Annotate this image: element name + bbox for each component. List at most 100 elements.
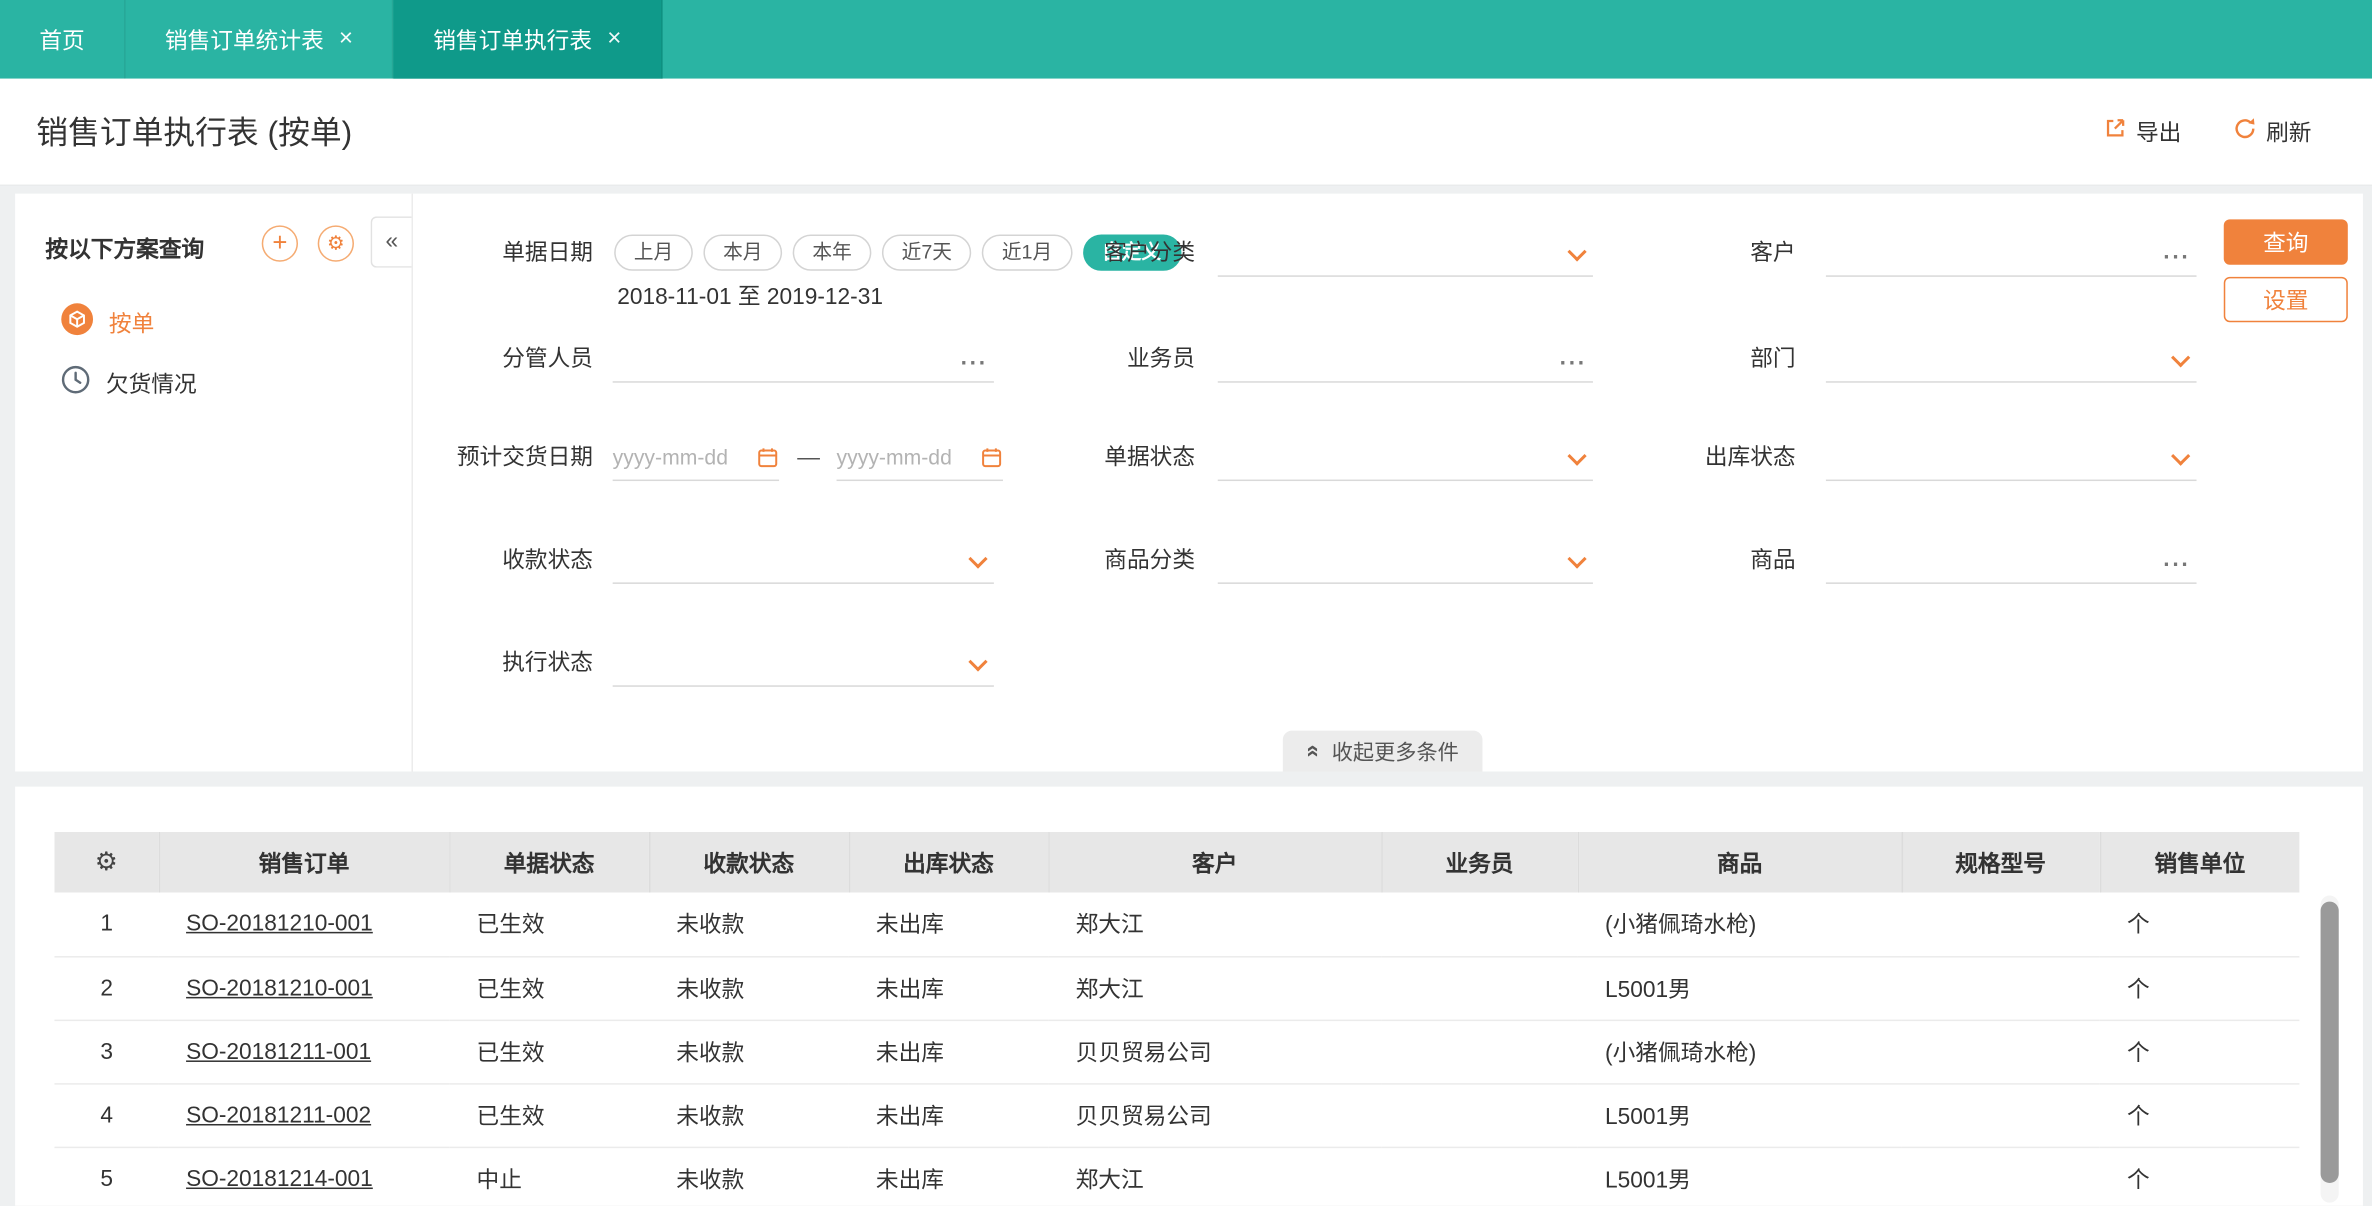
cell-order: SO-20181210-001 [158, 956, 450, 1021]
preset-this-year[interactable]: 本年 [792, 234, 872, 271]
cell-doc-status: 已生效 [449, 1083, 649, 1148]
cell-spec [1901, 1146, 2100, 1206]
outbound-status-select[interactable] [1825, 436, 2197, 482]
query-button[interactable]: 查询 [2223, 219, 2348, 265]
tab-sales-order-execution[interactable]: 销售订单执行表 × [393, 0, 663, 79]
cell-spec [1901, 1019, 2100, 1084]
row-index: 3 [54, 1019, 159, 1084]
title-actions: 导出 刷新 [2103, 116, 2311, 148]
scrollbar-thumb[interactable] [2320, 901, 2339, 1183]
app-window: 首页 销售订单统计表 × 销售订单执行表 × 销售订单执行表 (按单) 导出 刷… [0, 0, 2372, 1206]
collapse-conditions-button[interactable]: « 收起更多条件 [1282, 730, 1484, 772]
ellipsis-icon: ··· [2163, 552, 2191, 578]
export-button[interactable]: 导出 [2103, 116, 2181, 148]
date-range-value: 2018-11-01 至 2019-12-31 [617, 284, 883, 311]
cell-product: L5001男 [1577, 956, 1902, 1021]
calendar-icon[interactable] [756, 446, 779, 476]
cell-salesperson [1381, 1019, 1578, 1084]
order-link[interactable]: SO-20181210-001 [186, 911, 373, 937]
ellipsis-icon: ··· [2163, 245, 2191, 271]
close-icon[interactable]: × [339, 26, 353, 51]
cell-unit: 个 [2099, 892, 2300, 957]
col-salesperson: 业务员 [1381, 832, 1579, 893]
vertical-scrollbar[interactable] [2320, 895, 2339, 1203]
tab-home[interactable]: 首页 [0, 0, 126, 79]
table-row: 2 SO-20181210-001 已生效 未收款 未出库 郑大江 L5001男… [54, 956, 2300, 1021]
export-icon [2103, 116, 2127, 146]
doc-date-label: 单据日期 [502, 240, 594, 267]
cell-spec [1901, 1083, 2100, 1148]
cell-product: L5001男 [1577, 1083, 1902, 1148]
tab-label: 销售订单执行表 [433, 27, 593, 54]
col-customer: 客户 [1048, 832, 1382, 893]
execution-status-label: 执行状态 [502, 650, 594, 677]
preset-last-month[interactable]: 上月 [614, 234, 693, 271]
cell-outbound-status: 未出库 [848, 1019, 1049, 1084]
sidebar-title: 按以下方案查询 [45, 237, 205, 264]
cell-customer: 郑大江 [1048, 892, 1382, 957]
cell-order: SO-20181211-001 [158, 1019, 450, 1084]
refresh-button[interactable]: 刷新 [2233, 116, 2311, 148]
table-row: 5 SO-20181214-001 中止 未收款 未出库 郑大江 L5001男 … [54, 1146, 2300, 1206]
manager-label: 分管人员 [502, 346, 594, 373]
table-row: 1 SO-20181210-001 已生效 未收款 未出库 郑大江 (小猪佩琦水… [54, 892, 2300, 957]
tab-sales-order-stats[interactable]: 销售订单统计表 × [126, 0, 394, 79]
order-link[interactable]: SO-20181211-002 [186, 1102, 371, 1128]
order-link[interactable]: SO-20181210-001 [186, 975, 373, 1001]
order-link[interactable]: SO-20181214-001 [186, 1166, 373, 1192]
col-outbound-status: 出库状态 [848, 832, 1050, 893]
execution-status-select[interactable] [612, 641, 994, 687]
column-settings-header: ⚙ [54, 832, 160, 893]
row-index: 1 [54, 892, 159, 957]
content-area: 按以下方案查询 + ⚙ « 按单 欠货情况 单据日期 上月 本月 本年 近7天 … [0, 186, 2372, 1206]
cell-order: SO-20181211-002 [158, 1083, 450, 1148]
results-table: ⚙ 销售订单 单据状态 收款状态 出库状态 客户 业务员 商品 规格型号 销售单… [54, 832, 2300, 1206]
chevron-down-icon [2171, 446, 2191, 466]
sidebar-item-label: 欠货情况 [105, 371, 197, 398]
order-link[interactable]: SO-20181211-001 [186, 1039, 371, 1065]
refresh-icon [2233, 116, 2257, 146]
settings-button[interactable]: 设置 [2223, 276, 2348, 323]
preset-this-month[interactable]: 本月 [703, 234, 783, 271]
double-chevron-up-icon: « [1300, 744, 1327, 758]
salesperson-label: 业务员 [1126, 346, 1196, 373]
col-unit: 销售单位 [2099, 832, 2300, 893]
query-panel: 按以下方案查询 + ⚙ « 按单 欠货情况 单据日期 上月 本月 本年 近7天 … [15, 193, 2363, 772]
collapse-conditions-label: 收起更多条件 [1331, 738, 1459, 764]
close-icon[interactable]: × [607, 26, 621, 51]
cell-unit: 个 [2099, 956, 2300, 1021]
department-select[interactable] [1825, 337, 2197, 383]
row-index: 2 [54, 956, 159, 1021]
cell-payment-status: 未收款 [648, 956, 849, 1021]
column-settings-gear-icon[interactable]: ⚙ [95, 847, 118, 876]
date-range-separator: — [797, 444, 820, 471]
customer-category-label: 客户分类 [1104, 240, 1196, 267]
cell-salesperson [1381, 956, 1578, 1021]
cell-salesperson [1381, 892, 1578, 957]
customer-picker[interactable]: ··· [1825, 231, 2197, 277]
chevron-down-icon [2171, 348, 2191, 368]
product-picker[interactable]: ··· [1825, 539, 2197, 584]
cell-unit: 个 [2099, 1019, 2300, 1084]
delivery-date-start-input[interactable] [612, 435, 780, 479]
cell-unit: 个 [2099, 1083, 2300, 1148]
col-doc-status: 单据状态 [449, 832, 650, 893]
table-row: 4 SO-20181211-002 已生效 未收款 未出库 贝贝贸易公司 L50… [54, 1083, 2300, 1148]
department-label: 部门 [1750, 346, 1796, 373]
col-product: 商品 [1577, 832, 1903, 893]
cell-salesperson [1381, 1146, 1578, 1206]
doc-status-label: 单据状态 [1104, 444, 1196, 471]
col-sales-order: 销售订单 [158, 832, 451, 893]
cell-order: SO-20181214-001 [158, 1146, 450, 1206]
col-payment-status: 收款状态 [648, 832, 850, 893]
cell-outbound-status: 未出库 [848, 956, 1049, 1021]
cell-order: SO-20181210-001 [158, 892, 450, 957]
cell-spec [1901, 956, 2100, 1021]
table-row: 3 SO-20181211-001 已生效 未收款 未出库 贝贝贸易公司 (小猪… [54, 1019, 2300, 1084]
cell-payment-status: 未收款 [648, 892, 849, 957]
title-bar: 销售订单执行表 (按单) 导出 刷新 [0, 78, 2372, 187]
sidebar-item-by-order[interactable]: 按单 [61, 300, 154, 345]
sidebar-item-backorder[interactable]: 欠货情况 [61, 360, 197, 405]
delivery-date-start-field [612, 435, 780, 482]
customer-label: 客户 [1750, 240, 1796, 267]
